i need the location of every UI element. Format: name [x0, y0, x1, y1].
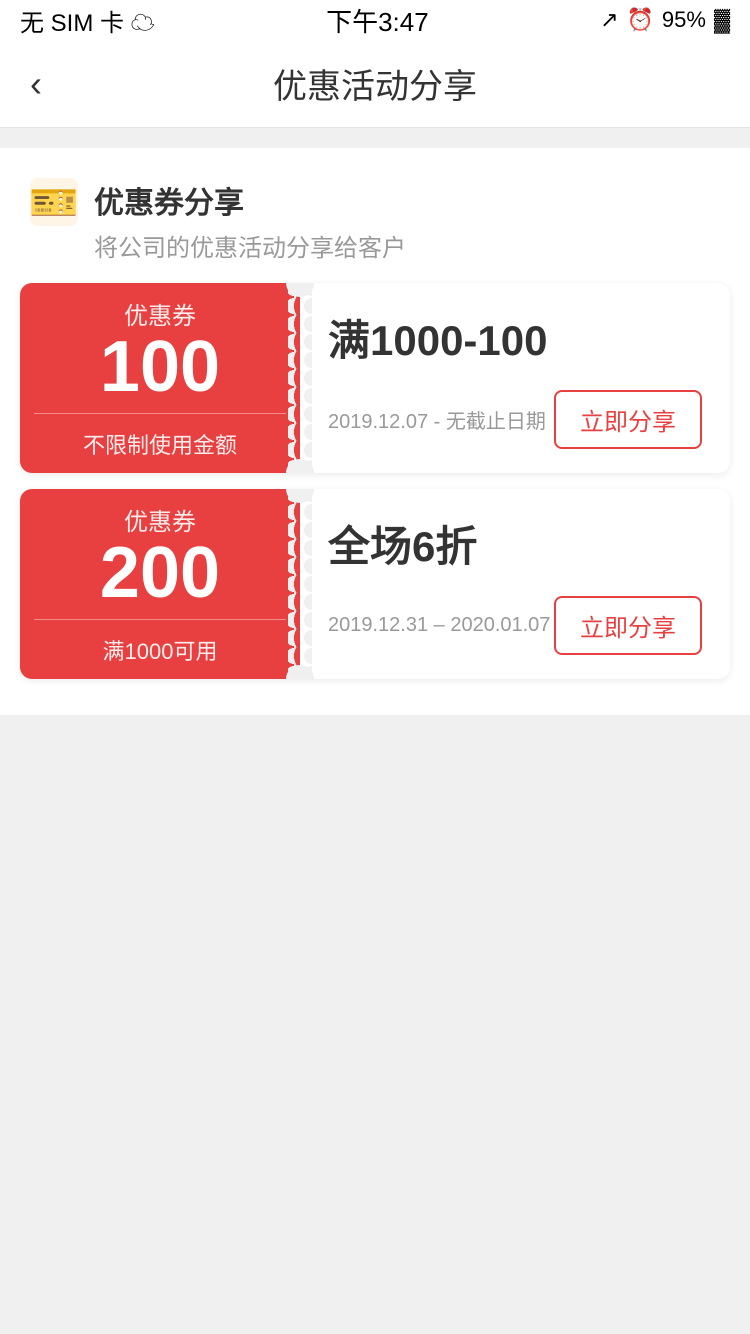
- notch-top-1: [286, 283, 314, 297]
- coupon-icon: 🎫: [30, 178, 78, 226]
- page-title: 优惠活动分享: [273, 59, 477, 108]
- no-sim-text: 无 SIM 卡 ☁: [20, 3, 155, 38]
- back-button[interactable]: ‹: [30, 63, 42, 105]
- coupon-label-2: 优惠券: [124, 502, 196, 537]
- notch-top-2: [286, 489, 314, 503]
- divider-1: [34, 413, 286, 414]
- coupon-amount-1: 100: [100, 331, 220, 403]
- section-subtitle: 将公司的优惠活动分享给客户: [94, 228, 406, 263]
- coupon-right-1: 满1000-100 2019.12.07 - 无截止日期 立即分享: [300, 283, 730, 473]
- coupon-card-2: 优惠券 200 满1000可用 全场6折 2019.12.31 – 2020.0…: [20, 489, 730, 679]
- section-title: 优惠券分享: [94, 178, 406, 222]
- coupon-left-2: 优惠券 200 满1000可用: [20, 489, 300, 679]
- status-right: ↗ ⏰ 95% ▓: [600, 7, 730, 33]
- battery-icon: ▓: [714, 7, 730, 33]
- status-bar: 无 SIM 卡 ☁ 下午3:47 ↗ ⏰ 95% ▓: [0, 0, 750, 40]
- coupon-left-1: 优惠券 100 不限制使用金额: [20, 283, 300, 473]
- coupon-date-1: 2019.12.07 - 无截止日期: [328, 405, 554, 434]
- section-header: 🎫 优惠券分享 将公司的优惠活动分享给客户: [0, 148, 750, 283]
- coupon-amount-2: 200: [100, 537, 220, 609]
- coupon-label-1: 优惠券: [124, 296, 196, 331]
- coupon-date-2: 2019.12.31 – 2020.01.07: [328, 614, 554, 637]
- share-button-2[interactable]: 立即分享: [554, 596, 702, 655]
- coupon-condition-2: 满1000可用: [103, 634, 218, 666]
- battery-text: 95%: [662, 7, 706, 33]
- status-time: 下午3:47: [326, 2, 429, 39]
- nav-bar: ‹ 优惠活动分享: [0, 40, 750, 128]
- coupon-bottom-2: 2019.12.31 – 2020.01.07 立即分享: [328, 596, 702, 655]
- coupon-list: 优惠券 100 不限制使用金额 满1000-100 2019.12.07 - 无…: [0, 283, 750, 715]
- section-text: 优惠券分享 将公司的优惠活动分享给客户: [94, 178, 406, 263]
- alarm-icon: ⏰: [627, 7, 654, 33]
- share-button-1[interactable]: 立即分享: [554, 390, 702, 449]
- coupon-bottom-1: 2019.12.07 - 无截止日期 立即分享: [328, 390, 702, 449]
- bottom-space: [0, 715, 750, 1315]
- coupon-name-2: 全场6折: [328, 513, 702, 574]
- notch-bottom-1: [286, 459, 314, 473]
- divider-2: [34, 619, 286, 620]
- coupon-condition-1: 不限制使用金额: [83, 428, 237, 460]
- coupon-right-2: 全场6折 2019.12.31 – 2020.01.07 立即分享: [300, 489, 730, 679]
- coupon-name-1: 满1000-100: [328, 307, 702, 368]
- status-left: 无 SIM 卡 ☁: [20, 3, 155, 38]
- notch-bottom-2: [286, 665, 314, 679]
- location-icon: ↗: [600, 7, 618, 33]
- coupon-card-1: 优惠券 100 不限制使用金额 满1000-100 2019.12.07 - 无…: [20, 283, 730, 473]
